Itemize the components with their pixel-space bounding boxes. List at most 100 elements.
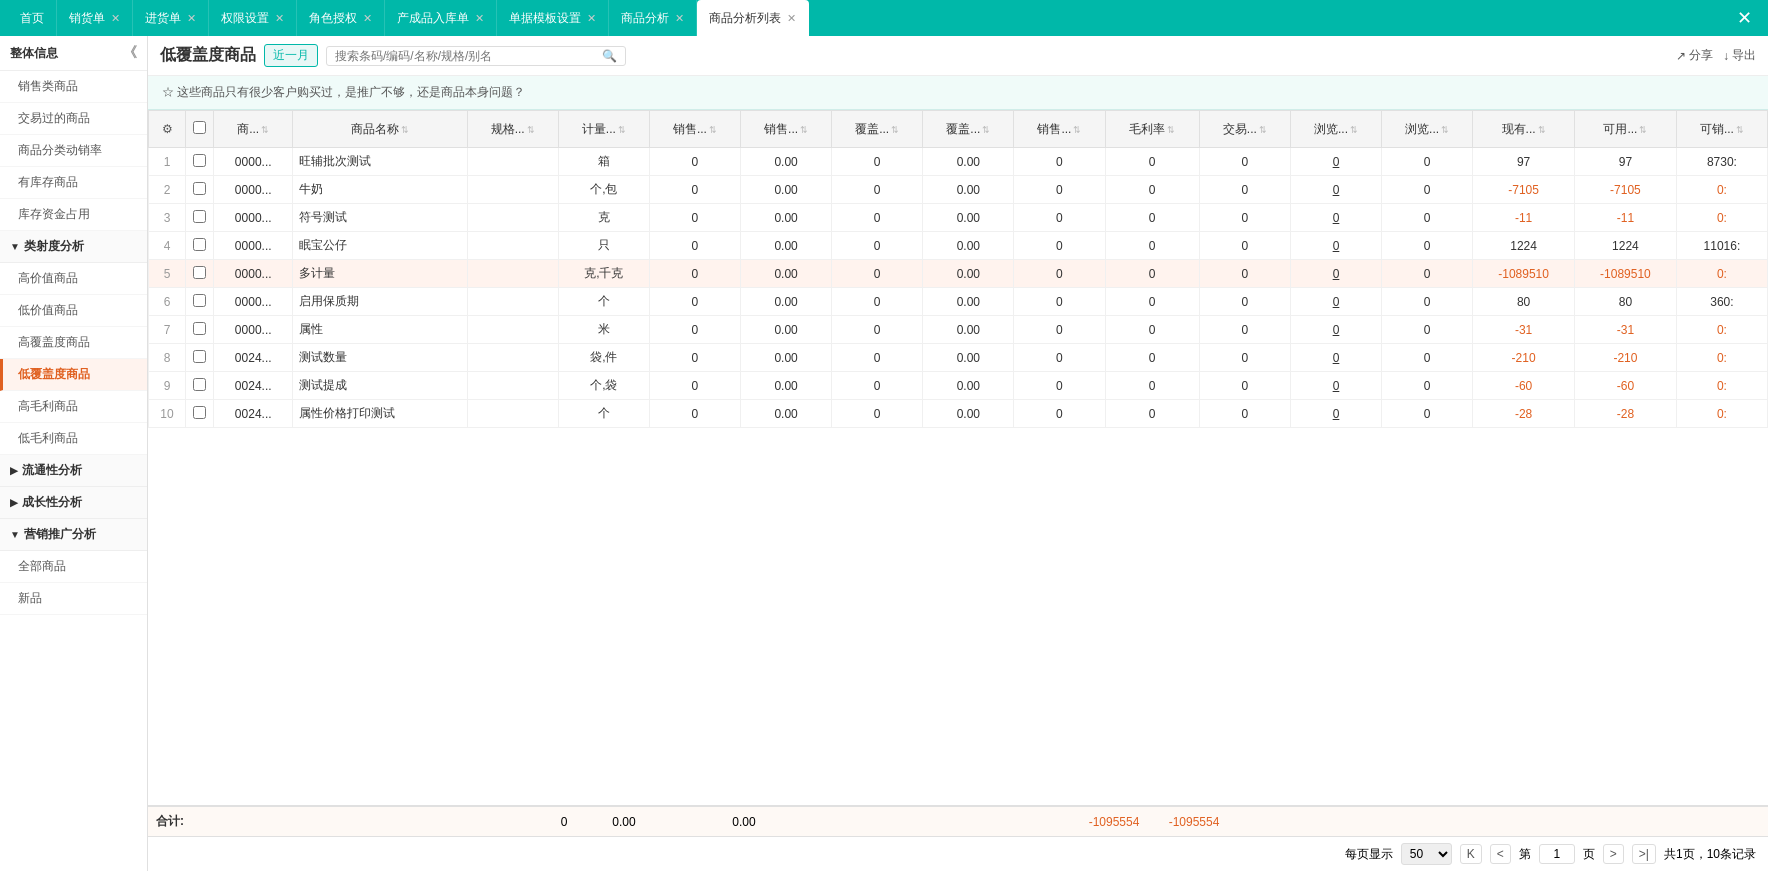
sidebar-item-high-margin[interactable]: 高毛利商品 xyxy=(0,391,147,423)
sidebar-group-marketing[interactable]: ▼ 营销推广分析 xyxy=(0,519,147,551)
sidebar-item-high-coverage[interactable]: 高覆盖度商品 xyxy=(0,327,147,359)
sidebar-item-high-value[interactable]: 高价值商品 xyxy=(0,263,147,295)
column-cover1[interactable]: 覆盖...⇅ xyxy=(832,111,923,148)
nav-item-purchase[interactable]: 进货单 ✕ xyxy=(133,0,209,36)
table-row: 40000...眠宝公仔只00.0000.0000000122412241101… xyxy=(149,232,1768,260)
close-icon[interactable]: ✕ xyxy=(787,12,796,25)
column-gear[interactable]: ⚙ xyxy=(149,111,186,148)
close-icon[interactable]: ✕ xyxy=(675,12,684,25)
sidebar-item-category-rate[interactable]: 商品分类动销率 xyxy=(0,135,147,167)
close-icon[interactable]: ✕ xyxy=(363,12,372,25)
share-icon: ↗ xyxy=(1676,49,1686,63)
total-records-label: 共1页，10条记录 xyxy=(1664,846,1756,863)
per-page-label: 每页显示 xyxy=(1345,846,1393,863)
sidebar-group-circulation[interactable]: ▶ 流通性分析 xyxy=(0,455,147,487)
sidebar-item-low-value[interactable]: 低价值商品 xyxy=(0,295,147,327)
page-number-input[interactable] xyxy=(1539,844,1575,864)
close-icon[interactable]: ✕ xyxy=(111,12,120,25)
chevron-down-icon: ▼ xyxy=(10,529,20,540)
total-available: -1095554 xyxy=(1154,815,1234,829)
search-icon[interactable]: 🔍 xyxy=(602,49,617,63)
column-sales1[interactable]: 销售...⇅ xyxy=(649,111,740,148)
table-row: 90024...测试提成个,袋00.0000.0000000-60-600: xyxy=(149,372,1768,400)
sidebar-item-inventory-goods[interactable]: 有库存商品 xyxy=(0,167,147,199)
export-button[interactable]: ↓ 导出 xyxy=(1723,47,1756,64)
chevron-right-icon: ▶ xyxy=(10,497,18,508)
time-filter-button[interactable]: 近一月 xyxy=(264,44,318,67)
sidebar-collapse-button[interactable]: 《 xyxy=(123,44,137,62)
next-page-button[interactable]: > xyxy=(1603,844,1624,864)
header-actions: ↗ 分享 ↓ 导出 xyxy=(1676,47,1756,64)
total-current: -1095554 xyxy=(1074,815,1154,829)
sidebar-item-low-margin[interactable]: 低毛利商品 xyxy=(0,423,147,455)
chevron-right-icon: ▶ xyxy=(10,465,18,476)
nav-item-home[interactable]: 首页 xyxy=(8,0,57,36)
close-all-button[interactable]: ✕ xyxy=(1729,7,1760,29)
column-trade[interactable]: 交易...⇅ xyxy=(1199,111,1290,148)
close-icon[interactable]: ✕ xyxy=(187,12,196,25)
prev-page-button[interactable]: < xyxy=(1490,844,1511,864)
sidebar-item-low-coverage[interactable]: 低覆盖度商品 xyxy=(0,359,147,391)
column-browse1[interactable]: 浏览...⇅ xyxy=(1290,111,1381,148)
total-sales1: 0 xyxy=(534,815,594,829)
column-saleable[interactable]: 可销...⇅ xyxy=(1676,111,1767,148)
total-sales2: 0.00 xyxy=(594,815,654,829)
column-cover2[interactable]: 覆盖...⇅ xyxy=(923,111,1014,148)
top-nav: 首页 销货单 ✕ 进货单 ✕ 权限设置 ✕ 角色授权 ✕ 产成品入库单 ✕ 单据… xyxy=(0,0,1768,36)
export-icon: ↓ xyxy=(1723,49,1729,63)
table-row: 50000...多计量克,千克00.0000.0000000-1089510-1… xyxy=(149,260,1768,288)
page-label: 第 xyxy=(1519,846,1531,863)
close-icon[interactable]: ✕ xyxy=(587,12,596,25)
nav-item-permissions[interactable]: 权限设置 ✕ xyxy=(209,0,297,36)
sidebar-item-traded-goods[interactable]: 交易过的商品 xyxy=(0,103,147,135)
sidebar-title: 整体信息 xyxy=(10,45,58,62)
column-gross-margin[interactable]: 毛利率⇅ xyxy=(1105,111,1199,148)
gear-icon[interactable]: ⚙ xyxy=(155,117,179,141)
column-spec[interactable]: 规格...⇅ xyxy=(467,111,558,148)
data-table: ⚙ 商...⇅ 商品名称⇅ 规格...⇅ 计量...⇅ 销售...⇅ 销售...… xyxy=(148,110,1768,428)
sidebar-group-coverage[interactable]: ▼ 类射度分析 xyxy=(0,231,147,263)
pagination-bar: 每页显示 50 10 20 100 K < 第 页 > >| 共1页，10条记录 xyxy=(148,836,1768,871)
sidebar-item-inventory-funds[interactable]: 库存资金占用 xyxy=(0,199,147,231)
search-input[interactable] xyxy=(335,49,602,63)
column-unit[interactable]: 计量...⇅ xyxy=(558,111,649,148)
sidebar-item-all-goods[interactable]: 全部商品 xyxy=(0,551,147,583)
main-layout: 整体信息 《 销售类商品 交易过的商品 商品分类动销率 有库存商品 库存资金占用… xyxy=(0,36,1768,871)
table-row: 20000...牛奶个,包00.0000.0000000-7105-71050: xyxy=(149,176,1768,204)
nav-item-analysis[interactable]: 商品分析 ✕ xyxy=(609,0,697,36)
info-banner: ☆ 这些商品只有很少客户购买过，是推广不够，还是商品本身问题？ xyxy=(148,76,1768,110)
sidebar-group-growth[interactable]: ▶ 成长性分析 xyxy=(0,487,147,519)
sidebar-header: 整体信息 《 xyxy=(0,36,147,71)
last-page-button[interactable]: >| xyxy=(1632,844,1656,864)
table-footer: 合计: 0 0.00 0.00 -1095554 -1095554 xyxy=(148,805,1768,836)
content-area: 低覆盖度商品 近一月 🔍 ↗ 分享 ↓ 导出 ☆ 这些商品只有很少客户购买过，是… xyxy=(148,36,1768,871)
share-button[interactable]: ↗ 分享 xyxy=(1676,47,1713,64)
table-row: 70000...属性米00.0000.0000000-31-310: xyxy=(149,316,1768,344)
column-sales2[interactable]: 销售...⇅ xyxy=(741,111,832,148)
table-row: 60000...启用保质期个00.0000.00000008080360: xyxy=(149,288,1768,316)
table-row: 100024...属性价格打印测试个00.0000.0000000-28-280… xyxy=(149,400,1768,428)
column-browse2[interactable]: 浏览...⇅ xyxy=(1382,111,1473,148)
nav-item-templates[interactable]: 单据模板设置 ✕ xyxy=(497,0,609,36)
nav-item-sales[interactable]: 销货单 ✕ xyxy=(57,0,133,36)
column-sales3[interactable]: 销售...⇅ xyxy=(1014,111,1105,148)
column-available[interactable]: 可用...⇅ xyxy=(1575,111,1677,148)
close-icon[interactable]: ✕ xyxy=(475,12,484,25)
nav-item-products[interactable]: 产成品入库单 ✕ xyxy=(385,0,497,36)
per-page-select[interactable]: 50 10 20 100 xyxy=(1401,843,1452,865)
table-row: 10000...旺辅批次测试箱00.0000.000000097978730: xyxy=(149,148,1768,176)
chevron-down-icon: ▼ xyxy=(10,241,20,252)
close-icon[interactable]: ✕ xyxy=(275,12,284,25)
column-name[interactable]: 商品名称⇅ xyxy=(293,111,467,148)
column-current[interactable]: 现有...⇅ xyxy=(1473,111,1575,148)
sidebar-item-sales-goods[interactable]: 销售类商品 xyxy=(0,71,147,103)
content-header: 低覆盖度商品 近一月 🔍 ↗ 分享 ↓ 导出 xyxy=(148,36,1768,76)
total-cover2: 0.00 xyxy=(714,815,774,829)
nav-item-roles[interactable]: 角色授权 ✕ xyxy=(297,0,385,36)
sidebar-item-new-goods[interactable]: 新品 xyxy=(0,583,147,615)
nav-item-analysis-list[interactable]: 商品分析列表 ✕ xyxy=(697,0,809,36)
column-code[interactable]: 商...⇅ xyxy=(214,111,293,148)
first-page-button[interactable]: K xyxy=(1460,844,1482,864)
select-all-checkbox[interactable] xyxy=(193,121,206,134)
total-label: 合计: xyxy=(156,813,184,830)
